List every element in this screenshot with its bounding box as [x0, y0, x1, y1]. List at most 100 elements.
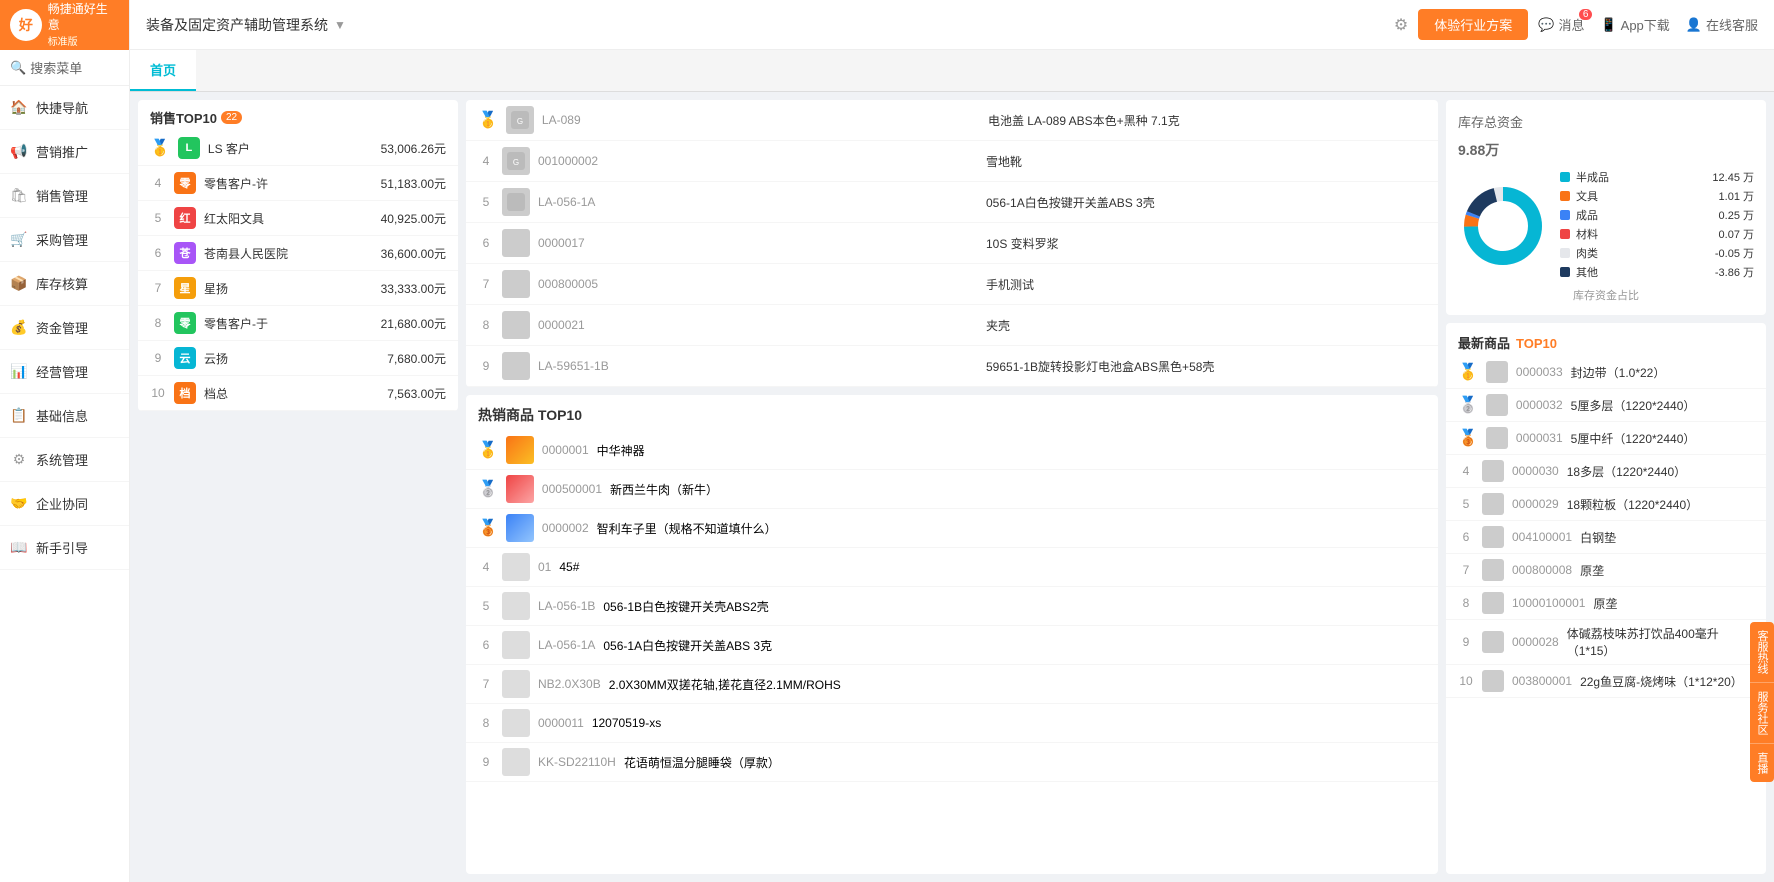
rank-num-9: 9 [478, 755, 494, 769]
customer-rank-5[interactable]: 6 苍 苍南县人民医院 36,600.00元 [138, 236, 458, 271]
moving-product-1[interactable]: 🥇 G LA-089 电池盖 LA-089 ABS本色+黑种 7.1克 [466, 100, 1438, 141]
sidebar-item-inventory[interactable]: 📦 库存核算 [0, 262, 129, 306]
trial-button[interactable]: 体验行业方案 [1418, 9, 1528, 40]
new-product-thumb-8 [1482, 592, 1504, 614]
hot-products-panel: 热销商品 TOP10 🥇 0000001 中华神器 🥈 000500001 新西… [466, 395, 1438, 874]
inventory-amount: 9.88万 [1458, 135, 1754, 161]
rank-num: 4 [478, 154, 494, 168]
system-title-area: 装备及固定资产辅助管理系统 ▼ [146, 15, 1384, 35]
hot-product-6[interactable]: 6 LA-056-1A 056-1A白色按键开关盖ABS 3克 [466, 626, 1438, 665]
customer-avatar-9: 档 [174, 382, 196, 404]
hot-product-9[interactable]: 9 KK-SD22110H 花语萌恒温分腿睡袋（厚款） [466, 743, 1438, 782]
new-product-4[interactable]: 4 0000030 18多层（1220*2440） [1446, 455, 1766, 488]
customer-rank-7[interactable]: 8 零 零售客户-于 21,680.00元 [138, 306, 458, 341]
new-product-6[interactable]: 6 004100001 白钢垫 [1446, 521, 1766, 554]
sidebar-item-guide[interactable]: 📖 新手引导 [0, 526, 129, 570]
new-product-7[interactable]: 7 000800008 原垄 [1446, 554, 1766, 587]
rank-gold-icon: 🥇 [478, 110, 498, 130]
hot-product-thumb-1 [506, 436, 534, 464]
legend-dot-3 [1560, 210, 1570, 220]
new-product-10[interactable]: 10 003800001 22g鱼豆腐-烧烤味（1*12*20） [1446, 665, 1766, 698]
new-product-1[interactable]: 🥇 0000033 封边带（1.0*22） [1446, 356, 1766, 389]
hot-product-8[interactable]: 8 0000011 12070519-xs [466, 704, 1438, 743]
new-product-5[interactable]: 5 0000029 18颗粒板（1220*2440） [1446, 488, 1766, 521]
sidebar-item-sales[interactable]: 🛍 销售管理 [0, 174, 129, 218]
top-customers-header: 销售TOP10 22 [138, 100, 458, 131]
moving-product-name-5: 10S 变料罗浆 [986, 235, 1426, 252]
hot-product-3[interactable]: 🥉 0000002 智利车子里（规格不知道填什么） [466, 509, 1438, 548]
sidebar-item-quick-nav[interactable]: 🏠 快捷导航 [0, 86, 129, 130]
sidebar-search-area[interactable]: 🔍 搜索菜单 [0, 50, 129, 86]
customer-rank-8[interactable]: 9 云 云扬 7,680.00元 [138, 341, 458, 376]
sidebar-item-operations[interactable]: 📊 经营管理 [0, 350, 129, 394]
legend-name-2: 文具 [1576, 188, 1713, 204]
new-products-title: 最新商品 TOP10 [1446, 323, 1766, 356]
moving-product-8[interactable]: 9 LA-59651-1B 59651-1B旋转投影灯电池盒ABS黑色+58壳 [466, 346, 1438, 387]
customer-avatar-4: 红 [174, 207, 196, 229]
dropdown-icon[interactable]: ▼ [334, 18, 346, 32]
content-area: 销售TOP10 22 🥇 L LS 客户 53,006.26元 4 零 零售客户… [130, 92, 1774, 882]
new-product-8[interactable]: 8 10000100001 原垄 [1446, 587, 1766, 620]
moving-product-7[interactable]: 8 0000021 夹壳 [466, 305, 1438, 346]
rank-num: 8 [478, 318, 494, 332]
app-download-button[interactable]: 📱 App下载 [1600, 15, 1669, 34]
moving-product-4[interactable]: 5 LA-056-1A 056-1A白色按键开关盖ABS 3壳 [466, 182, 1438, 223]
hot-product-1[interactable]: 🥇 0000001 中华神器 [466, 431, 1438, 470]
hot-product-4[interactable]: 4 01 45# [466, 548, 1438, 587]
customer-avatar-5: 苍 [174, 242, 196, 264]
moving-product-5[interactable]: 6 0000017 10S 变料罗浆 [466, 223, 1438, 264]
customer-rank-1[interactable]: 🥇 L LS 客户 53,006.26元 [138, 131, 458, 166]
moving-product-6[interactable]: 7 000800005 手机测试 [466, 264, 1438, 305]
float-service-community[interactable]: 服务社区 [1750, 683, 1774, 744]
legend-name-3: 成品 [1576, 207, 1713, 223]
float-service-hotline[interactable]: 客服热线 [1750, 622, 1774, 683]
moving-product-code-3: 001000002 [538, 154, 978, 168]
hot-product-2[interactable]: 🥈 000500001 新西兰牛肉（新牛） [466, 470, 1438, 509]
finance-icon: 💰 [10, 319, 28, 337]
new-product-2[interactable]: 🥈 0000032 5厘多层（1220*2440） [1446, 389, 1766, 422]
online-service-label: 在线客服 [1706, 15, 1758, 34]
moving-product-name-1: 电池盖 LA-089 ABS本色+黑种 7.1克 [988, 112, 1426, 129]
top-customers-panel: 销售TOP10 22 🥇 L LS 客户 53,006.26元 4 零 零售客户… [138, 100, 458, 411]
gear-icon[interactable]: ⚙ [1394, 15, 1408, 35]
sidebar-logo: 好 畅捷通好生意 标准版 [0, 0, 129, 50]
new-product-name-1: 封边带（1.0*22） [1571, 364, 1754, 381]
customer-avatar-3: 零 [174, 172, 196, 194]
sidebar-item-finance[interactable]: 💰 资金管理 [0, 306, 129, 350]
float-service-live[interactable]: 直播 [1750, 744, 1774, 782]
customer-rank-6[interactable]: 7 星 星扬 33,333.00元 [138, 271, 458, 306]
sidebar-item-system[interactable]: ⚙ 系统管理 [0, 438, 129, 482]
search-menu-button[interactable]: 🔍 搜索菜单 [10, 58, 82, 77]
legend-name-4: 材料 [1576, 226, 1713, 242]
customer-rank-3[interactable]: 4 零 零售客户-许 51,183.00元 [138, 166, 458, 201]
customer-rank-9[interactable]: 10 档 档总 7,563.00元 [138, 376, 458, 411]
message-button[interactable]: 💬 消息 6 [1538, 15, 1584, 34]
new-product-9[interactable]: 9 0000028 体碱荔枝味苏打饮品400毫升（1*15） [1446, 620, 1766, 665]
new-product-name-2: 5厘多层（1220*2440） [1571, 397, 1754, 414]
rank-num-4: 5 [150, 211, 166, 225]
rank-num-5: 6 [150, 246, 166, 260]
sidebar-item-basic-info[interactable]: 📋 基础信息 [0, 394, 129, 438]
moving-product-code-1: LA-089 [542, 113, 980, 127]
left-column: 销售TOP10 22 🥇 L LS 客户 53,006.26元 4 零 零售客户… [138, 100, 458, 874]
system-icon: ⚙ [10, 451, 28, 469]
customer-amount-4: 40,925.00元 [381, 210, 446, 227]
guide-icon: 📖 [10, 539, 28, 557]
hot-product-5[interactable]: 5 LA-056-1B 056-1B白色按键开关壳ABS2壳 [466, 587, 1438, 626]
hot-product-code-5: LA-056-1B [538, 599, 595, 613]
sidebar-item-marketing[interactable]: 📢 营销推广 [0, 130, 129, 174]
moving-product-3[interactable]: 4 G 001000002 雪地靴 [466, 141, 1438, 182]
hot-product-7[interactable]: 7 NB2.0X30B 2.0X30MM双搓花轴,搓花直径2.1MM/ROHS [466, 665, 1438, 704]
sidebar-item-purchase[interactable]: 🛒 采购管理 [0, 218, 129, 262]
hot-product-name-3: 智利车子里（规格不知道填什么） [597, 520, 777, 537]
legend-val-2: 1.01 万 [1719, 188, 1754, 204]
rank-num-7: 8 [150, 316, 166, 330]
sidebar-item-collab[interactable]: 🤝 企业协同 [0, 482, 129, 526]
customer-name-7: 零售客户-于 [204, 315, 373, 332]
customer-rank-4[interactable]: 5 红 红太阳文具 40,925.00元 [138, 201, 458, 236]
online-service-button[interactable]: 👤 在线客服 [1686, 15, 1758, 34]
moving-product-name-4: 056-1A白色按键开关盖ABS 3壳 [986, 194, 1426, 211]
new-product-3[interactable]: 🥉 0000031 5厘中纤（1220*2440） [1446, 422, 1766, 455]
tab-home[interactable]: 首页 [130, 50, 196, 91]
new-product-code-1: 0000033 [1516, 365, 1563, 379]
